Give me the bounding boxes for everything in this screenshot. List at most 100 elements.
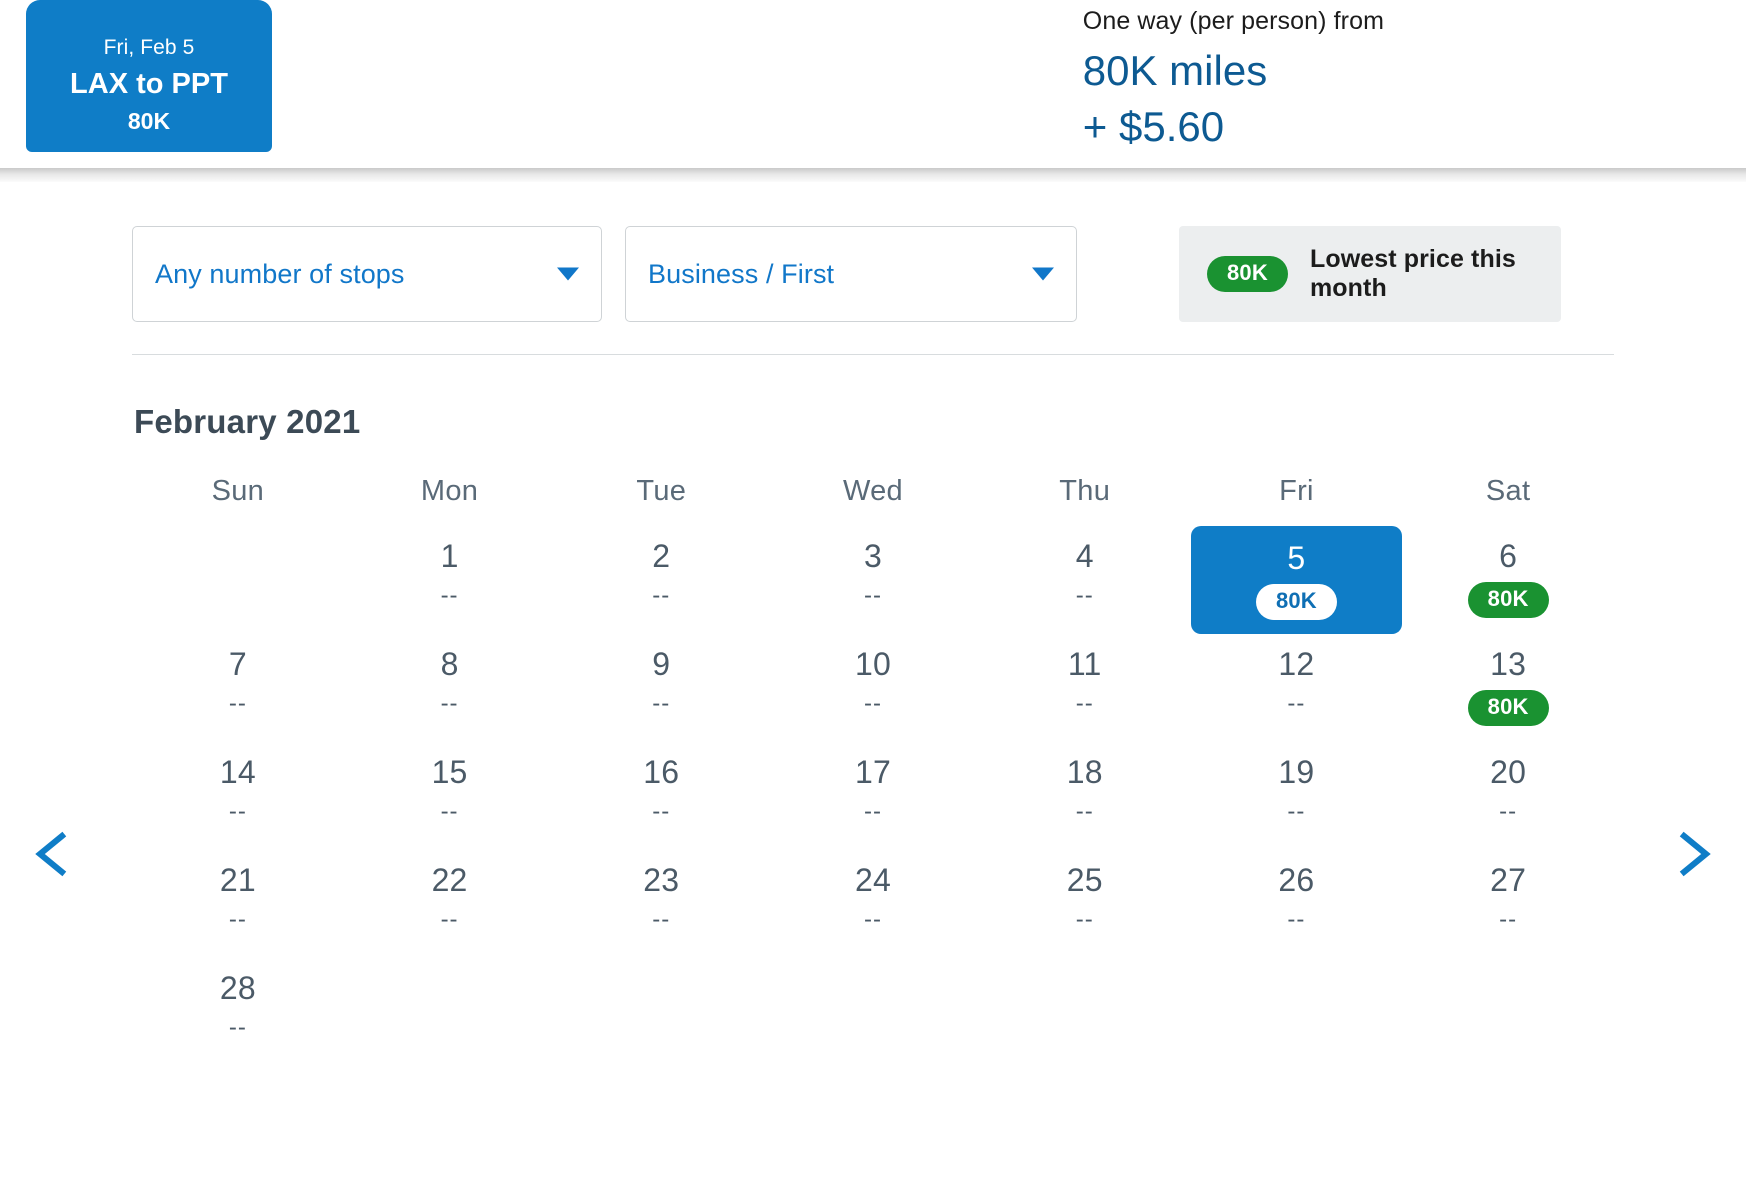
day-no-price: -- (1075, 905, 1094, 933)
calendar-day-6[interactable]: 6 80K (1402, 526, 1614, 634)
day-no-price: -- (652, 581, 671, 609)
calendar-day-24[interactable]: 24 -- (767, 850, 979, 958)
day-number: 25 (1066, 862, 1103, 898)
cabin-dropdown[interactable]: Business / First (625, 226, 1077, 322)
weekday-header-tue: Tue (636, 475, 687, 507)
chevron-down-icon (1032, 267, 1054, 281)
day-number: 4 (1075, 538, 1094, 574)
day-no-price: -- (1075, 689, 1094, 717)
day-number: 13 (1490, 646, 1527, 682)
calendar-day-15[interactable]: 15 -- (344, 742, 556, 850)
next-month-arrow[interactable] (1664, 826, 1720, 882)
day-no-price: -- (228, 797, 247, 825)
day-no-price: -- (1499, 797, 1518, 825)
calendar-day-19[interactable]: 19 -- (1191, 742, 1403, 850)
price-summary-miles: 80K miles (1082, 46, 1268, 94)
calendar-day-18[interactable]: 18 -- (979, 742, 1191, 850)
weekday-header-wed: Wed (842, 475, 903, 507)
day-number: 11 (1067, 646, 1102, 682)
section-divider (132, 354, 1614, 355)
calendar-day-22[interactable]: 22 -- (344, 850, 556, 958)
calendar-day-7[interactable]: 7 -- (132, 634, 344, 742)
calendar-day-27[interactable]: 27 -- (1402, 850, 1614, 958)
day-number: 18 (1066, 754, 1103, 790)
day-number: 5 (1287, 540, 1306, 576)
calendar-day-25[interactable]: 25 -- (979, 850, 1191, 958)
price-summary-cash: + $5.60 (1082, 103, 1225, 151)
top-bar: Fri, Feb 5 LAX to PPT 80K One way (per p… (0, 0, 1746, 182)
day-no-price: -- (864, 581, 882, 609)
trip-tab-lax-ppt[interactable]: Fri, Feb 5 LAX to PPT 80K (26, 0, 272, 152)
day-number: 10 (854, 646, 891, 682)
chevron-right-icon (1679, 831, 1711, 877)
chevron-left-icon (35, 831, 67, 877)
calendar-day-13[interactable]: 13 80K (1402, 634, 1614, 742)
calendar-day-17[interactable]: 17 -- (767, 742, 979, 850)
day-number: 26 (1278, 862, 1315, 898)
calendar-day-2[interactable]: 2 -- (555, 526, 767, 634)
calendar-grid: Sun Mon Tue Wed Thu Fri Sat 1 -- 2 -- 3 -- 4 -- 5 80K 6 80… (132, 475, 1614, 1066)
stops-dropdown[interactable]: Any number of stops (132, 226, 602, 322)
day-number: 19 (1278, 754, 1315, 790)
main-content: Any number of stops Business / First 80K… (0, 168, 1746, 1066)
day-number: 1 (440, 538, 459, 574)
day-no-price: -- (652, 905, 671, 933)
weekday-header-mon: Mon (420, 475, 479, 507)
calendar-day-20[interactable]: 20 -- (1402, 742, 1614, 850)
day-number: 6 (1499, 538, 1518, 574)
price-summary-label: One way (per person) from (1082, 7, 1384, 35)
calendar-day-28[interactable]: 28 -- (132, 958, 344, 1066)
day-no-price: -- (228, 905, 247, 933)
calendar-day-3[interactable]: 3 -- (767, 526, 979, 634)
filter-row: Any number of stops Business / First 80K… (132, 226, 1614, 322)
calendar-day-12[interactable]: 12 -- (1191, 634, 1403, 742)
chevron-down-icon (557, 267, 579, 281)
trip-tab-price: 80K (127, 108, 171, 135)
day-no-price: -- (440, 689, 459, 717)
day-number: 8 (440, 646, 459, 682)
calendar-day-14[interactable]: 14 -- (132, 742, 344, 850)
day-no-price: -- (864, 689, 882, 717)
day-number: 22 (431, 862, 468, 898)
calendar-day-8[interactable]: 8 -- (344, 634, 556, 742)
weekday-header-sun: Sun (211, 475, 265, 507)
day-number: 14 (219, 754, 256, 790)
day-number: 21 (219, 862, 256, 898)
calendar-day-23[interactable]: 23 -- (555, 850, 767, 958)
calendar-day-5[interactable]: 5 80K (1190, 526, 1403, 634)
price-calendar: February 2021 Sun Mon Tue Wed Thu Fri Sat 1 -- 2 -… (132, 403, 1614, 1066)
day-number: 7 (228, 646, 247, 682)
day-price-badge: 80K (1467, 689, 1549, 726)
calendar-day-16[interactable]: 16 -- (555, 742, 767, 850)
weekday-header-thu: Thu (1059, 475, 1111, 507)
calendar-day-21[interactable]: 21 -- (132, 850, 344, 958)
weekday-header-sat: Sat (1485, 475, 1531, 507)
day-no-price: -- (1287, 797, 1306, 825)
legend-label: Lowest price this month (1309, 245, 1516, 302)
day-number: 12 (1278, 646, 1315, 682)
day-no-price: -- (652, 797, 671, 825)
day-no-price: -- (864, 905, 882, 933)
calendar-day-10[interactable]: 10 -- (767, 634, 979, 742)
day-price-badge: 80K (1467, 581, 1549, 618)
calendar-day-4[interactable]: 4 -- (979, 526, 1191, 634)
day-no-price: -- (1075, 797, 1094, 825)
cabin-dropdown-value: Business / First (648, 258, 835, 289)
calendar-day-11[interactable]: 11 -- (979, 634, 1191, 742)
previous-month-arrow[interactable] (26, 826, 82, 882)
day-number: 23 (643, 862, 680, 898)
day-number: 2 (652, 538, 671, 574)
day-number: 16 (643, 754, 680, 790)
calendar-day-1[interactable]: 1 -- (344, 526, 556, 634)
price-summary: One way (per person) from 80K miles + $5… (1083, 4, 1384, 155)
day-price-badge: 80K (1255, 583, 1337, 620)
day-no-price: -- (228, 1013, 247, 1041)
day-number: 20 (1490, 754, 1527, 790)
day-no-price: -- (1499, 905, 1518, 933)
calendar-day-26[interactable]: 26 -- (1191, 850, 1403, 958)
day-no-price: -- (228, 689, 247, 717)
calendar-day-9[interactable]: 9 -- (555, 634, 767, 742)
day-no-price: -- (1287, 689, 1306, 717)
weekday-header-fri: Fri (1279, 475, 1314, 507)
day-number: 17 (854, 754, 891, 790)
